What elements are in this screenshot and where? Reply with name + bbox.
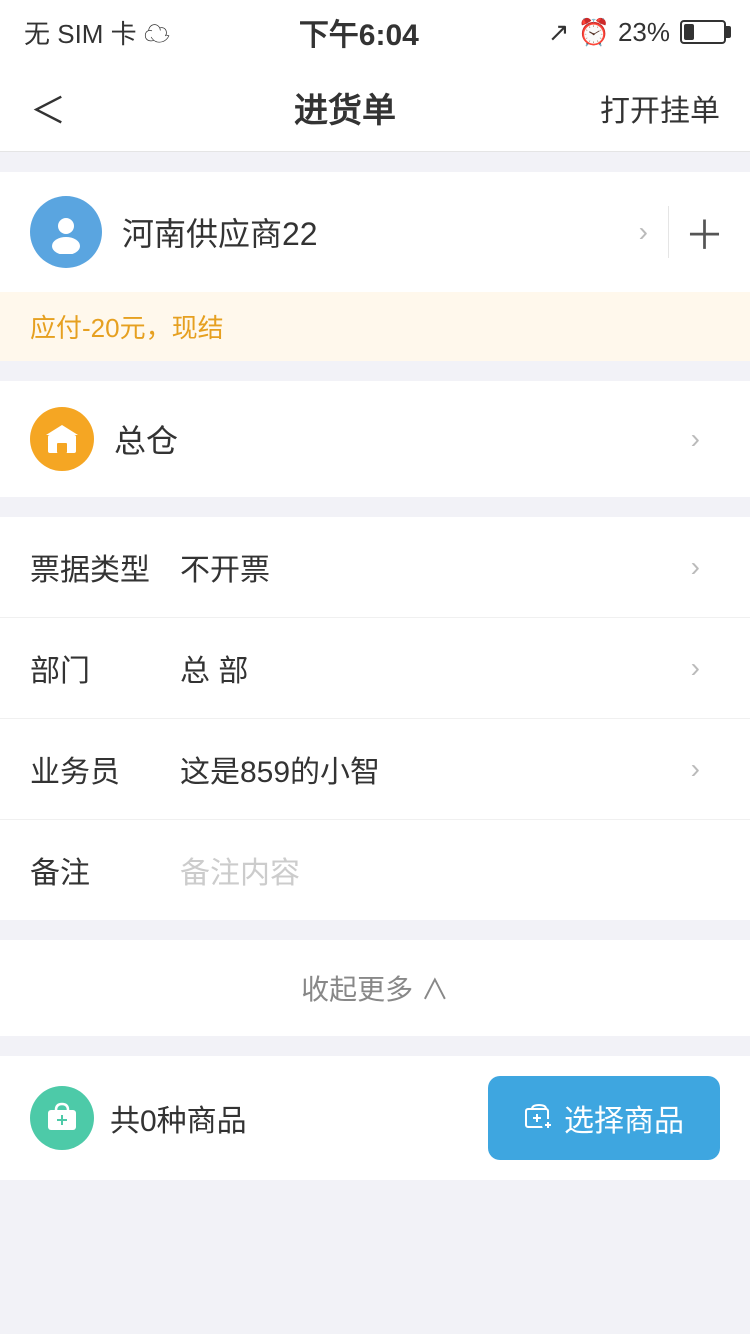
battery-icon <box>680 20 726 44</box>
select-product-icon <box>524 1103 554 1133</box>
department-value: 总 部 <box>170 646 691 690</box>
battery-percent: 23% <box>618 17 670 48</box>
supplier-name: 河南供应商22 <box>122 209 639 255</box>
select-product-button[interactable]: 选择商品 <box>488 1076 720 1160</box>
salesperson-label: 业务员 <box>30 747 170 791</box>
warehouse-icon-wrap <box>30 407 94 471</box>
supplier-section: 河南供应商22 › ＋ 应付-20元，现结 <box>0 172 750 361</box>
product-count-wrap: 共0种商品 <box>30 1086 247 1150</box>
alarm-icon: ⏰ <box>578 17 610 48</box>
invoice-type-row[interactable]: 票据类型 不开票 › <box>0 517 750 618</box>
collapse-row[interactable]: 收起更多 ∧ <box>0 940 750 1036</box>
product-icon-wrap <box>30 1086 94 1150</box>
status-bar: 无 SIM 卡 ☁ 下午6:04 ↗ ⏰ 23% <box>0 0 750 64</box>
salesperson-value: 这是859的小智 <box>170 747 691 791</box>
page-title: 进货单 <box>294 83 396 132</box>
collapse-label: 收起更多 ∧ <box>301 968 449 1008</box>
department-label: 部门 <box>30 646 170 690</box>
warehouse-chevron-icon: › <box>691 423 700 455</box>
divider-1 <box>0 152 750 172</box>
warehouse-name: 总仓 <box>114 416 691 462</box>
nav-bar: ＜ 进货单 打开挂单 <box>0 64 750 152</box>
bottom-bar: 共0种商品 选择商品 <box>0 1056 750 1180</box>
back-button[interactable]: ＜ <box>30 82 90 134</box>
salesperson-chevron-icon: › <box>691 753 700 785</box>
invoice-type-chevron-icon: › <box>691 551 700 583</box>
invoice-type-value: 不开票 <box>170 545 691 589</box>
department-row[interactable]: 部门 总 部 › <box>0 618 750 719</box>
status-right: ↗ ⏰ 23% <box>548 17 726 48</box>
invoice-type-label: 票据类型 <box>30 545 170 589</box>
add-supplier-button[interactable]: ＋ <box>668 206 720 258</box>
supplier-avatar <box>30 196 102 268</box>
warehouse-section[interactable]: 总仓 › <box>0 381 750 497</box>
remark-label: 备注 <box>30 848 170 892</box>
form-section: 票据类型 不开票 › 部门 总 部 › 业务员 这是859的小智 › 备注 备注… <box>0 517 750 920</box>
status-time: 下午6:04 <box>299 10 419 54</box>
status-left: 无 SIM 卡 ☁ <box>24 14 170 51</box>
department-chevron-icon: › <box>691 652 700 684</box>
supplier-chevron-icon: › <box>639 216 648 248</box>
sim-label: 无 SIM 卡 ☁ <box>24 14 170 51</box>
product-count-text: 共0种商品 <box>110 1096 247 1140</box>
supplier-row[interactable]: 河南供应商22 › ＋ <box>0 172 750 292</box>
notice-banner: 应付-20元，现结 <box>0 292 750 361</box>
location-icon: ↗ <box>548 17 570 48</box>
open-pending-button[interactable]: 打开挂单 <box>600 86 720 130</box>
salesperson-row[interactable]: 业务员 这是859的小智 › <box>0 719 750 820</box>
remark-input[interactable]: 备注内容 <box>170 848 720 892</box>
select-product-label: 选择商品 <box>564 1096 684 1140</box>
remark-row[interactable]: 备注 备注内容 <box>0 820 750 920</box>
